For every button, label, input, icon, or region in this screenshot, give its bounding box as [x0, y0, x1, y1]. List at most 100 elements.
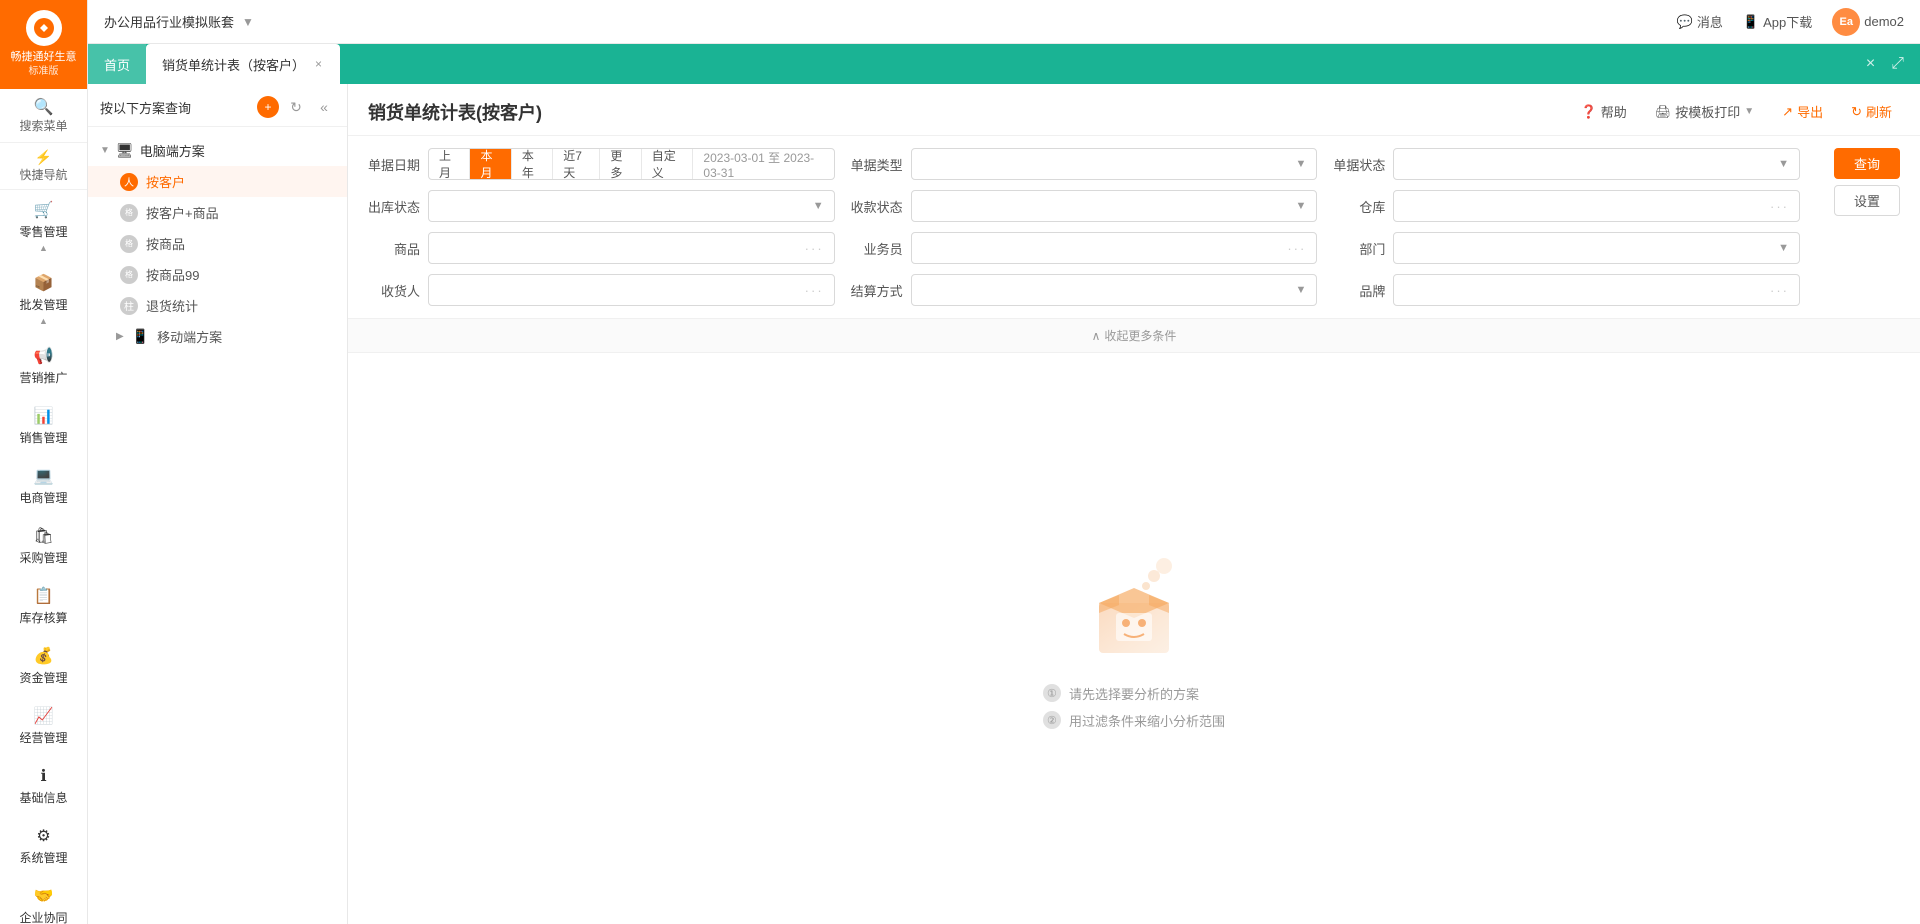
date-last-month[interactable]: 上月 [429, 149, 470, 179]
page-title: 销货单统计表(按客户) [368, 99, 542, 125]
staff-control[interactable]: ··· [911, 232, 1318, 264]
msg-icon: 💬 [1677, 14, 1693, 30]
brand-label: 品牌 [1333, 281, 1385, 300]
retail-expand-icon: ▲ [39, 243, 48, 253]
sidebar-item-inventory[interactable]: 📋 库存核算 [0, 576, 87, 636]
doc-status-label: 单据状态 [1333, 155, 1385, 174]
tip-num-2: ② [1043, 711, 1061, 729]
sidebar-item-basic[interactable]: ℹ 基础信息 [0, 756, 87, 816]
filter-brand: 品牌 ··· [1333, 274, 1800, 306]
tree-group-pc[interactable]: ▼ 🖥 电脑端方案 [88, 135, 347, 166]
date-more[interactable]: 更多 [600, 149, 641, 179]
sidebar-item-marketing[interactable]: 📢 营销推广 [0, 336, 87, 396]
operations-icon: 📈 [34, 706, 54, 726]
tree-group-mobile[interactable]: ▶ 📱 移动端方案 [88, 321, 347, 352]
empty-illustration [1074, 548, 1194, 668]
page-actions: ❓ 帮助 🖨 按模板打印 ▼ ↗ 导出 ↻ 刷新 [1573, 98, 1900, 125]
user-profile[interactable]: Ea demo2 [1832, 8, 1904, 36]
app-icon: 📱 [1743, 14, 1759, 30]
add-scheme-button[interactable]: + [257, 96, 279, 118]
tree-item-returns[interactable]: 柱 退货统计 [88, 290, 347, 321]
tab-close-icon[interactable]: × [313, 55, 324, 73]
payment-method-control[interactable]: ▼ [911, 274, 1318, 306]
dept-control[interactable]: ▼ [1393, 232, 1800, 264]
settings-button[interactable]: 设置 [1834, 185, 1900, 216]
tab-home[interactable]: 首页 [88, 44, 146, 84]
help-button[interactable]: ❓ 帮助 [1573, 98, 1635, 125]
sidebar-item-purchase[interactable]: 🛍 采购管理 [0, 516, 87, 576]
warehouse-control[interactable]: ··· [1393, 190, 1800, 222]
msg-button[interactable]: 💬 消息 [1677, 12, 1723, 31]
sidebar-item-corp[interactable]: 🤝 企业协同 [0, 876, 87, 924]
export-button[interactable]: ↗ 导出 [1774, 98, 1831, 125]
filter-payment-method: 结算方式 ▼ [851, 274, 1318, 306]
filter-receiver: 收货人 ··· [368, 274, 835, 306]
last-month-label: 上月 [439, 148, 459, 180]
tab-home-label: 首页 [104, 55, 130, 74]
app-download-button[interactable]: 📱 App下载 [1743, 12, 1812, 31]
date-last-7[interactable]: 近7天 [553, 149, 600, 179]
sidebar-item-ecommerce[interactable]: 💻 电商管理 [0, 456, 87, 516]
tree-item-by-goods[interactable]: 格 按商品 [88, 228, 347, 259]
msg-label: 消息 [1697, 12, 1723, 31]
last7-label: 近7天 [563, 148, 589, 180]
sidebar-item-sales[interactable]: 📊 销售管理 [0, 396, 87, 456]
collapse-icon: « [320, 99, 328, 115]
refresh-button[interactable]: ↻ 刷新 [1843, 98, 1900, 125]
help-icon: ❓ [1581, 104, 1597, 120]
sidebar-item-marketing-label: 营销推广 [19, 369, 67, 386]
date-this-year[interactable]: 本年 [512, 149, 553, 179]
refresh-scheme-button[interactable]: ↻ [285, 96, 307, 118]
receiver-control[interactable]: ··· [428, 274, 835, 306]
tree-item-by-customer[interactable]: 人 按客户 [88, 166, 347, 197]
sidebar-item-inventory-label: 库存核算 [19, 609, 67, 626]
doc-status-control[interactable]: ▼ [1393, 148, 1800, 180]
export-label: 导出 [1797, 102, 1823, 121]
out-status-control[interactable]: ▼ [428, 190, 835, 222]
ecommerce-icon: 💻 [34, 466, 54, 486]
goods-dots: ··· [805, 241, 824, 256]
date-label: 单据日期 [368, 155, 420, 174]
tab-sales-stats[interactable]: 销货单统计表（按客户） × [146, 44, 340, 84]
payment-status-control[interactable]: ▼ [911, 190, 1318, 222]
purchase-icon: 🛍 [33, 526, 53, 546]
sidebar-item-finance[interactable]: 💰 资金管理 [0, 636, 87, 696]
mobile-group-arrow: ▶ [116, 331, 124, 342]
sidebar-item-search[interactable]: 🔍 搜索菜单 [0, 89, 87, 143]
sidebar-item-search-label: 搜索菜单 [0, 117, 87, 134]
more-label: 更多 [610, 148, 630, 180]
collapse-bar[interactable]: ∧ 收起更多条件 [348, 319, 1920, 353]
print-button[interactable]: 🖨 按模板打印 ▼ [1647, 98, 1762, 125]
sidebar-item-finance-label: 资金管理 [19, 669, 67, 686]
sidebar-item-retail[interactable]: 🛒 零售管理 ▲ [0, 190, 87, 263]
sidebar-logo[interactable]: 畅捷通好生意 标准版 [0, 0, 87, 89]
doc-type-control[interactable]: ▼ [911, 148, 1318, 180]
brand-dots: ··· [1770, 283, 1789, 298]
tabbar: 首页 销货单统计表（按客户） × × ⤢ [88, 44, 1920, 84]
sidebar-item-system[interactable]: ⚙ 系统管理 [0, 816, 87, 876]
tab-close-btn[interactable]: × [1862, 51, 1879, 77]
by-customer-icon: 人 [120, 173, 138, 191]
sidebar-item-quicknav[interactable]: ⚡ 快捷导航 [0, 143, 87, 190]
help-label: 帮助 [1601, 102, 1627, 121]
print-dropdown-icon: ▼ [1744, 106, 1754, 117]
brand-control[interactable]: ··· [1393, 274, 1800, 306]
collapse-panel-button[interactable]: « [313, 96, 335, 118]
topbar-dropdown-icon[interactable]: ▼ [242, 15, 254, 29]
sidebar-item-system-label: 系统管理 [19, 849, 67, 866]
sidebar-item-wholesale[interactable]: 📦 批发管理 ▲ [0, 263, 87, 336]
retail-icon: 🛒 [34, 200, 54, 220]
query-button[interactable]: 查询 [1834, 148, 1900, 179]
tab-restore-btn[interactable]: ⤢ [1887, 51, 1908, 77]
filter-warehouse: 仓库 ··· [1333, 190, 1800, 222]
tree-item-by-customer-goods[interactable]: 格 按客户+商品 [88, 197, 347, 228]
sidebar-item-operations[interactable]: 📈 经营管理 [0, 696, 87, 756]
page-header: 销货单统计表(按客户) ❓ 帮助 🖨 按模板打印 ▼ ↗ 导出 [348, 84, 1920, 136]
date-custom[interactable]: 自定义 [642, 149, 694, 179]
filter-date: 单据日期 上月 本月 本年 近7天 [368, 148, 835, 180]
date-filter-control[interactable]: 上月 本月 本年 近7天 更多 [428, 148, 835, 180]
date-this-month[interactable]: 本月 [470, 149, 511, 179]
goods-control[interactable]: ··· [428, 232, 835, 264]
app-label: App下载 [1763, 12, 1812, 31]
tree-item-by-goods99[interactable]: 格 按商品99 [88, 259, 347, 290]
